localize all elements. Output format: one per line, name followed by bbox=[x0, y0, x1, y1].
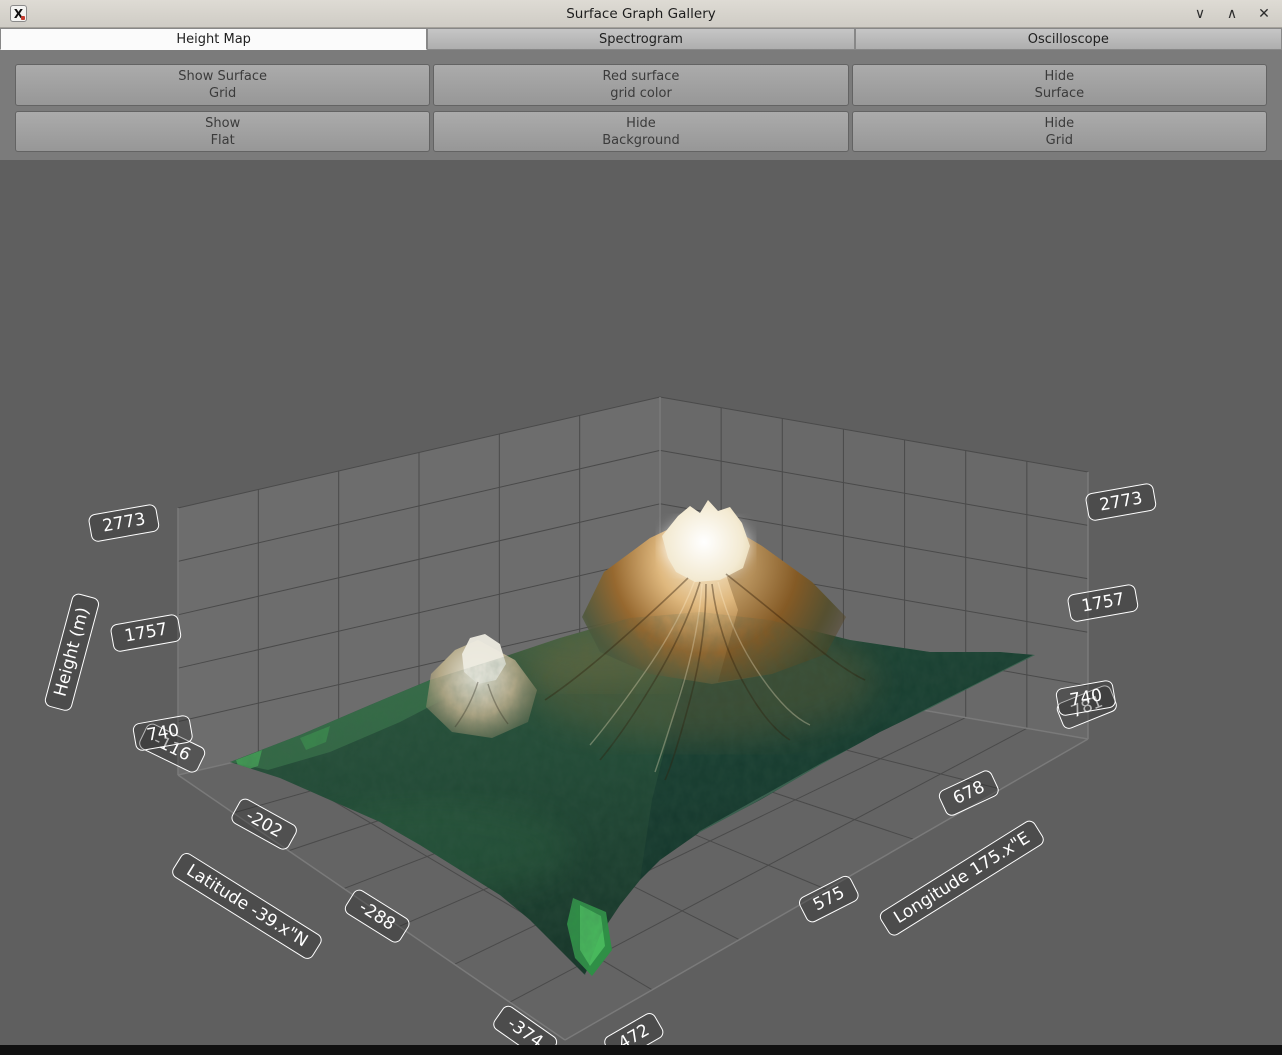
toolbar: Show Surface Grid Red surface grid color… bbox=[0, 50, 1282, 160]
button-label-line1: Show Surface bbox=[178, 68, 267, 85]
red-surface-grid-color-button[interactable]: Red surface grid color bbox=[433, 64, 848, 106]
app-icon: X bbox=[10, 5, 27, 22]
tab-bar: Height Map Spectrogram Oscilloscope bbox=[0, 28, 1282, 50]
window-title: Surface Graph Gallery bbox=[0, 6, 1282, 22]
button-label-line1: Red surface bbox=[603, 68, 680, 85]
plot-area[interactable]: Height (m) -116 2773 1757 740 -202 -288 … bbox=[0, 160, 1282, 1045]
button-label-line1: Hide bbox=[626, 115, 656, 132]
button-label-line2: Surface bbox=[1035, 85, 1085, 102]
minimize-icon[interactable]: ∨ bbox=[1192, 4, 1208, 24]
tab-spectrogram[interactable]: Spectrogram bbox=[427, 28, 854, 50]
show-flat-button[interactable]: Show Flat bbox=[15, 111, 430, 152]
button-label-line1: Hide bbox=[1045, 115, 1075, 132]
hide-surface-button[interactable]: Hide Surface bbox=[852, 64, 1267, 106]
button-label-line1: Show bbox=[205, 115, 240, 132]
taskbar-strip bbox=[0, 1045, 1282, 1055]
tab-height-map[interactable]: Height Map bbox=[0, 28, 427, 50]
button-label-line2: grid color bbox=[610, 85, 672, 102]
maximize-icon[interactable]: ∧ bbox=[1224, 4, 1240, 24]
button-label-line2: Background bbox=[602, 132, 680, 149]
button-label-line2: Flat bbox=[211, 132, 235, 149]
close-icon[interactable]: ✕ bbox=[1256, 4, 1272, 24]
hide-background-button[interactable]: Hide Background bbox=[433, 111, 848, 152]
hide-grid-button[interactable]: Hide Grid bbox=[852, 111, 1267, 152]
title-bar[interactable]: X Surface Graph Gallery ∨ ∧ ✕ bbox=[0, 0, 1282, 28]
tab-oscilloscope[interactable]: Oscilloscope bbox=[855, 28, 1282, 50]
button-label-line2: Grid bbox=[209, 85, 236, 102]
window-controls: ∨ ∧ ✕ bbox=[1192, 4, 1272, 24]
app-window: X Surface Graph Gallery ∨ ∧ ✕ Height Map… bbox=[0, 0, 1282, 1055]
button-label-line1: Hide bbox=[1045, 68, 1075, 85]
button-label-line2: Grid bbox=[1046, 132, 1073, 149]
show-surface-grid-button[interactable]: Show Surface Grid bbox=[15, 64, 430, 106]
